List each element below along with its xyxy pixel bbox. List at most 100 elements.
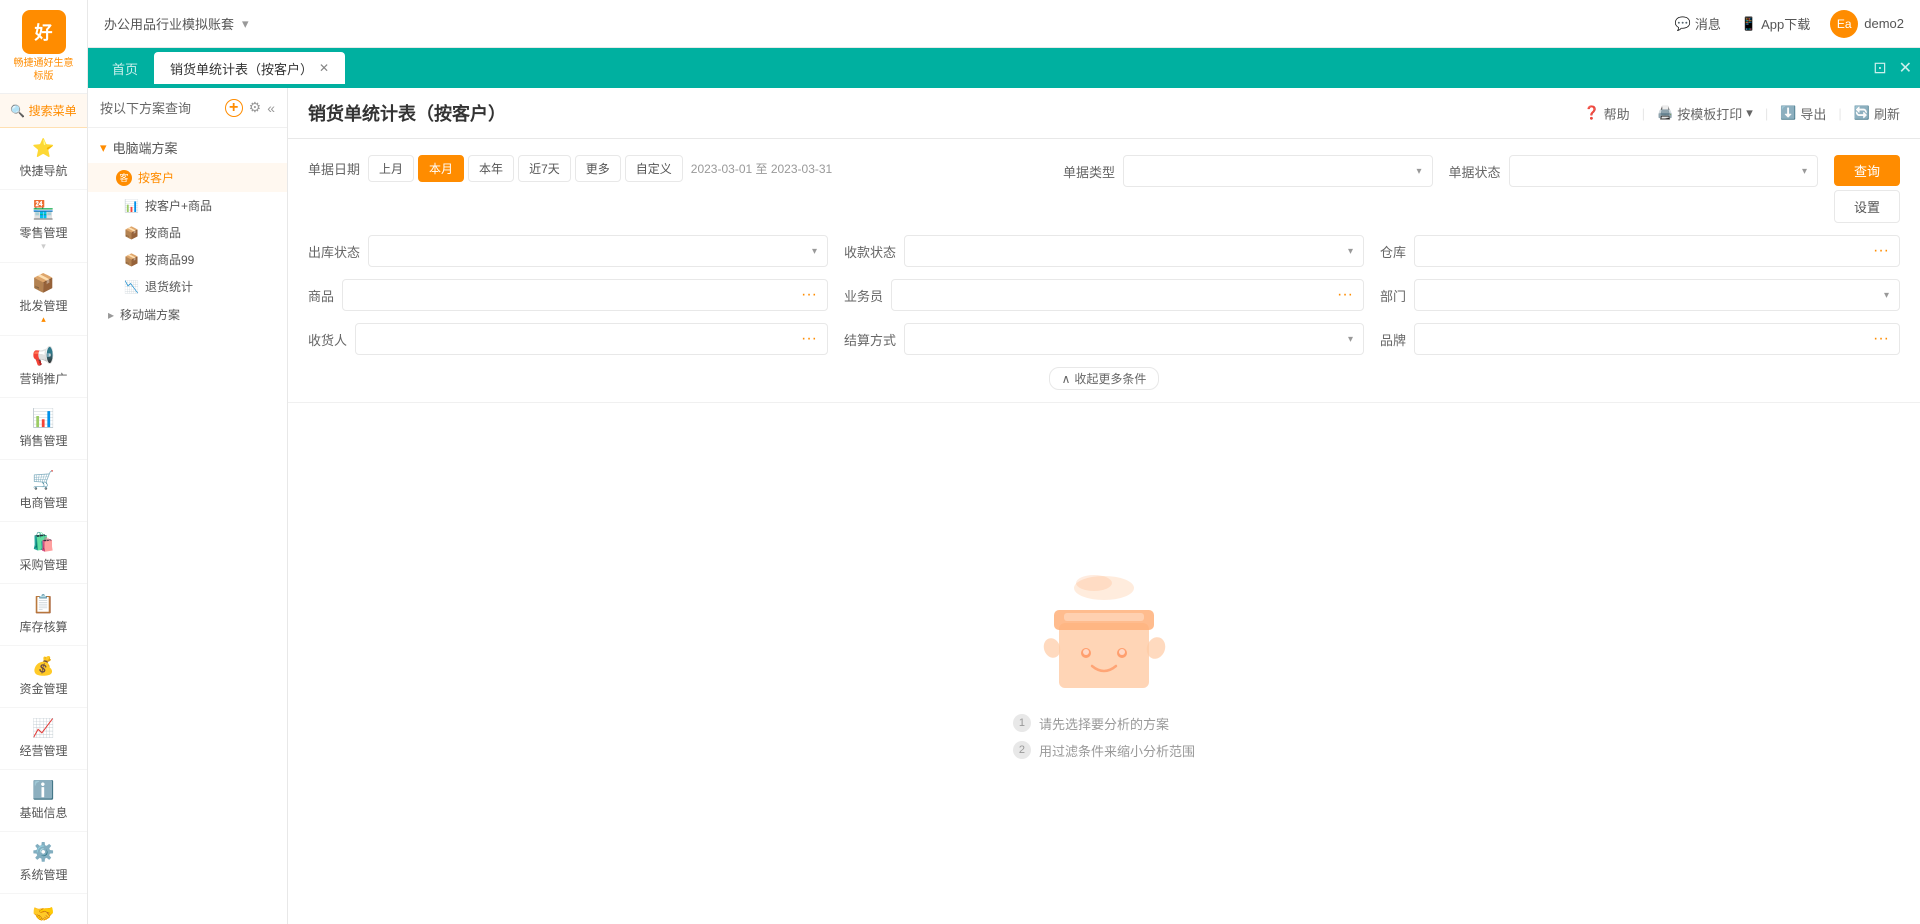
tree-item-return-stats[interactable]: 📉 退货统计 xyxy=(88,273,287,300)
goods-input[interactable]: ··· xyxy=(342,279,828,311)
sidebar-search[interactable]: 🔍 搜索菜单 xyxy=(0,94,87,128)
date-btn-current-month[interactable]: 本月 xyxy=(418,155,464,182)
query-btn[interactable]: 查询 xyxy=(1834,155,1900,186)
tree-item-customer-goods[interactable]: 📊 按客户+商品 xyxy=(88,192,287,219)
brand-label: 品牌 xyxy=(1380,330,1406,349)
doc-status-arrow: ▾ xyxy=(1802,166,1807,177)
main-area: 办公用品行业模拟账套 ▾ 💬 消息 📱 App下载 Ea demo2 首页 xyxy=(88,0,1920,924)
date-btn-this-year[interactable]: 本年 xyxy=(468,155,514,182)
wholesale-icon: 📦 xyxy=(32,273,54,294)
sidebar-item-system[interactable]: ⚙️ 系统管理 xyxy=(0,832,87,894)
export-label: 导出 xyxy=(1800,104,1826,123)
purchase-icon: 🛍️ xyxy=(32,532,54,553)
sidebar-item-basic[interactable]: ℹ️ 基础信息 xyxy=(0,770,87,832)
app-download-btn[interactable]: 📱 App下载 xyxy=(1741,14,1810,33)
search-icon: 🔍 xyxy=(10,104,25,118)
sidebar-item-wholesale[interactable]: 📦 批发管理 ▴ xyxy=(0,263,87,336)
retail-label: 零售管理 xyxy=(19,224,67,241)
sidebar-item-inventory[interactable]: 📋 库存核算 xyxy=(0,584,87,646)
finance-icon: 💰 xyxy=(32,656,54,677)
sidebar-item-retail[interactable]: 🏪 零售管理 ▾ xyxy=(0,190,87,263)
ecommerce-label: 电商管理 xyxy=(19,494,67,511)
tree-section-desktop: ▾ 电脑端方案 客 按客户 📊 按客户+商品 📦 按商品 📦 按商品9 xyxy=(88,128,287,333)
payment-status-input[interactable]: ▾ xyxy=(904,235,1364,267)
sidebar-item-nav[interactable]: ⭐ 快捷导航 xyxy=(0,128,87,190)
message-icon: 💬 xyxy=(1675,16,1691,32)
message-btn[interactable]: 💬 消息 xyxy=(1675,14,1721,33)
date-btn-custom[interactable]: 自定义 xyxy=(625,155,683,182)
sidebar-item-purchase[interactable]: 🛍️ 采购管理 xyxy=(0,522,87,584)
settlement-input[interactable]: ▾ xyxy=(904,323,1364,355)
tab-home[interactable]: 首页 xyxy=(96,52,154,84)
goods-dots: ··· xyxy=(801,286,817,304)
salesman-input[interactable]: ··· xyxy=(891,279,1364,311)
sidebar-item-marketing[interactable]: 📢 营销推广 xyxy=(0,336,87,398)
doc-status-label: 单据状态 xyxy=(1449,162,1501,181)
return-stats-icon: 📉 xyxy=(124,280,139,294)
date-btn-7days[interactable]: 近7天 xyxy=(518,155,571,182)
user-profile-btn[interactable]: Ea demo2 xyxy=(1830,10,1904,38)
header-dropdown-icon[interactable]: ▾ xyxy=(242,16,249,32)
tree-item-goods99[interactable]: 📦 按商品99 xyxy=(88,246,287,273)
tab-sales-stats[interactable]: 销货单统计表（按客户） ✕ xyxy=(154,52,345,84)
refresh-label: 刷新 xyxy=(1874,104,1900,123)
collapse-btn[interactable]: ∧ 收起更多条件 xyxy=(1049,367,1160,390)
tab-close-all-btn[interactable]: ✕ xyxy=(1899,58,1912,78)
brand-input[interactable]: ··· xyxy=(1414,323,1900,355)
dept-label: 部门 xyxy=(1380,286,1406,305)
doc-type-input[interactable]: ▾ xyxy=(1123,155,1432,187)
page-title-bar: 销货单统计表（按客户） ❓ 帮助 | 🖨️ 按模板打印 ▾ | ⬇️ xyxy=(288,88,1920,139)
settings-btn-right[interactable]: 设置 xyxy=(1834,190,1900,223)
tab-close-btn[interactable]: ✕ xyxy=(319,61,329,75)
sales-label: 销售管理 xyxy=(19,432,67,449)
basic-icon: ℹ️ xyxy=(32,780,54,801)
sidebar-item-collab[interactable]: 🤝 企业协同 xyxy=(0,894,87,924)
goods-label: 商品 xyxy=(308,286,334,305)
sidebar-item-finance[interactable]: 💰 资金管理 xyxy=(0,646,87,708)
sidebar-item-operations[interactable]: 📈 经营管理 xyxy=(0,708,87,770)
by-customer-label: 按客户 xyxy=(138,169,174,186)
logo-icon: 好 xyxy=(22,10,66,54)
desktop-section-header[interactable]: ▾ 电脑端方案 xyxy=(88,132,287,163)
warehouse-input[interactable]: ··· xyxy=(1414,235,1900,267)
tree-item-by-goods[interactable]: 📦 按商品 xyxy=(88,219,287,246)
hint-text-2: 用过滤条件来缩小分析范围 xyxy=(1039,741,1195,760)
wholesale-label: 批发管理 xyxy=(19,297,67,314)
mobile-label: 移动端方案 xyxy=(120,306,180,323)
sidebar-item-ecommerce[interactable]: 🛒 电商管理 xyxy=(0,460,87,522)
system-label: 系统管理 xyxy=(19,866,67,883)
help-btn[interactable]: ❓ 帮助 xyxy=(1583,104,1629,123)
date-btn-last-month[interactable]: 上月 xyxy=(368,155,414,182)
empty-illustration xyxy=(1034,568,1174,698)
export-icon: ⬇️ xyxy=(1780,105,1796,121)
desktop-label: 电脑端方案 xyxy=(113,138,178,157)
print-btn[interactable]: 🖨️ 按模板打印 ▾ xyxy=(1657,104,1753,123)
sidebar-nav: 🏪 零售管理 ▾ 📦 批发管理 ▴ 📢 营销推广 📊 销售管理 🛒 电商管理 🛍… xyxy=(0,190,87,924)
divider3: | xyxy=(1838,106,1841,121)
sidebar: 好 畅捷通好生意 标版 🔍 搜索菜单 ⭐ 快捷导航 🏪 零售管理 ▾ 📦 批发管… xyxy=(0,0,88,924)
dept-input[interactable]: ▾ xyxy=(1414,279,1900,311)
tab-restore-btn[interactable]: ⊡ xyxy=(1873,58,1886,78)
recipient-input[interactable]: ··· xyxy=(355,323,828,355)
tree-item-by-customer[interactable]: 客 按客户 xyxy=(88,163,287,192)
by-goods-label: 按商品 xyxy=(145,224,181,241)
logo: 好 畅捷通好生意 标版 xyxy=(0,0,87,94)
empty-hint-2: 2 用过滤条件来缩小分析范围 xyxy=(1013,741,1195,760)
panel-settings-btn[interactable]: ⚙ xyxy=(249,99,262,116)
panel-add-btn[interactable]: + xyxy=(225,99,243,117)
out-status-input[interactable]: ▾ xyxy=(368,235,828,267)
doc-status-input[interactable]: ▾ xyxy=(1509,155,1818,187)
goods99-label: 按商品99 xyxy=(145,251,194,268)
recipient-dots: ··· xyxy=(801,330,817,348)
date-btn-more[interactable]: 更多 xyxy=(575,155,621,182)
page-title: 销货单统计表（按客户） xyxy=(308,100,506,126)
inventory-label: 库存核算 xyxy=(19,618,67,635)
warehouse-label: 仓库 xyxy=(1380,242,1406,261)
export-btn[interactable]: ⬇️ 导出 xyxy=(1780,104,1826,123)
sidebar-item-sales[interactable]: 📊 销售管理 xyxy=(0,398,87,460)
settlement-arrow: ▾ xyxy=(1348,334,1353,345)
panel-collapse-btn[interactable]: « xyxy=(267,100,275,116)
refresh-btn[interactable]: 🔄 刷新 xyxy=(1854,104,1900,123)
mobile-section-header[interactable]: ▸ 移动端方案 xyxy=(88,300,287,329)
empty-state: 1 请先选择要分析的方案 2 用过滤条件来缩小分析范围 xyxy=(288,403,1920,924)
